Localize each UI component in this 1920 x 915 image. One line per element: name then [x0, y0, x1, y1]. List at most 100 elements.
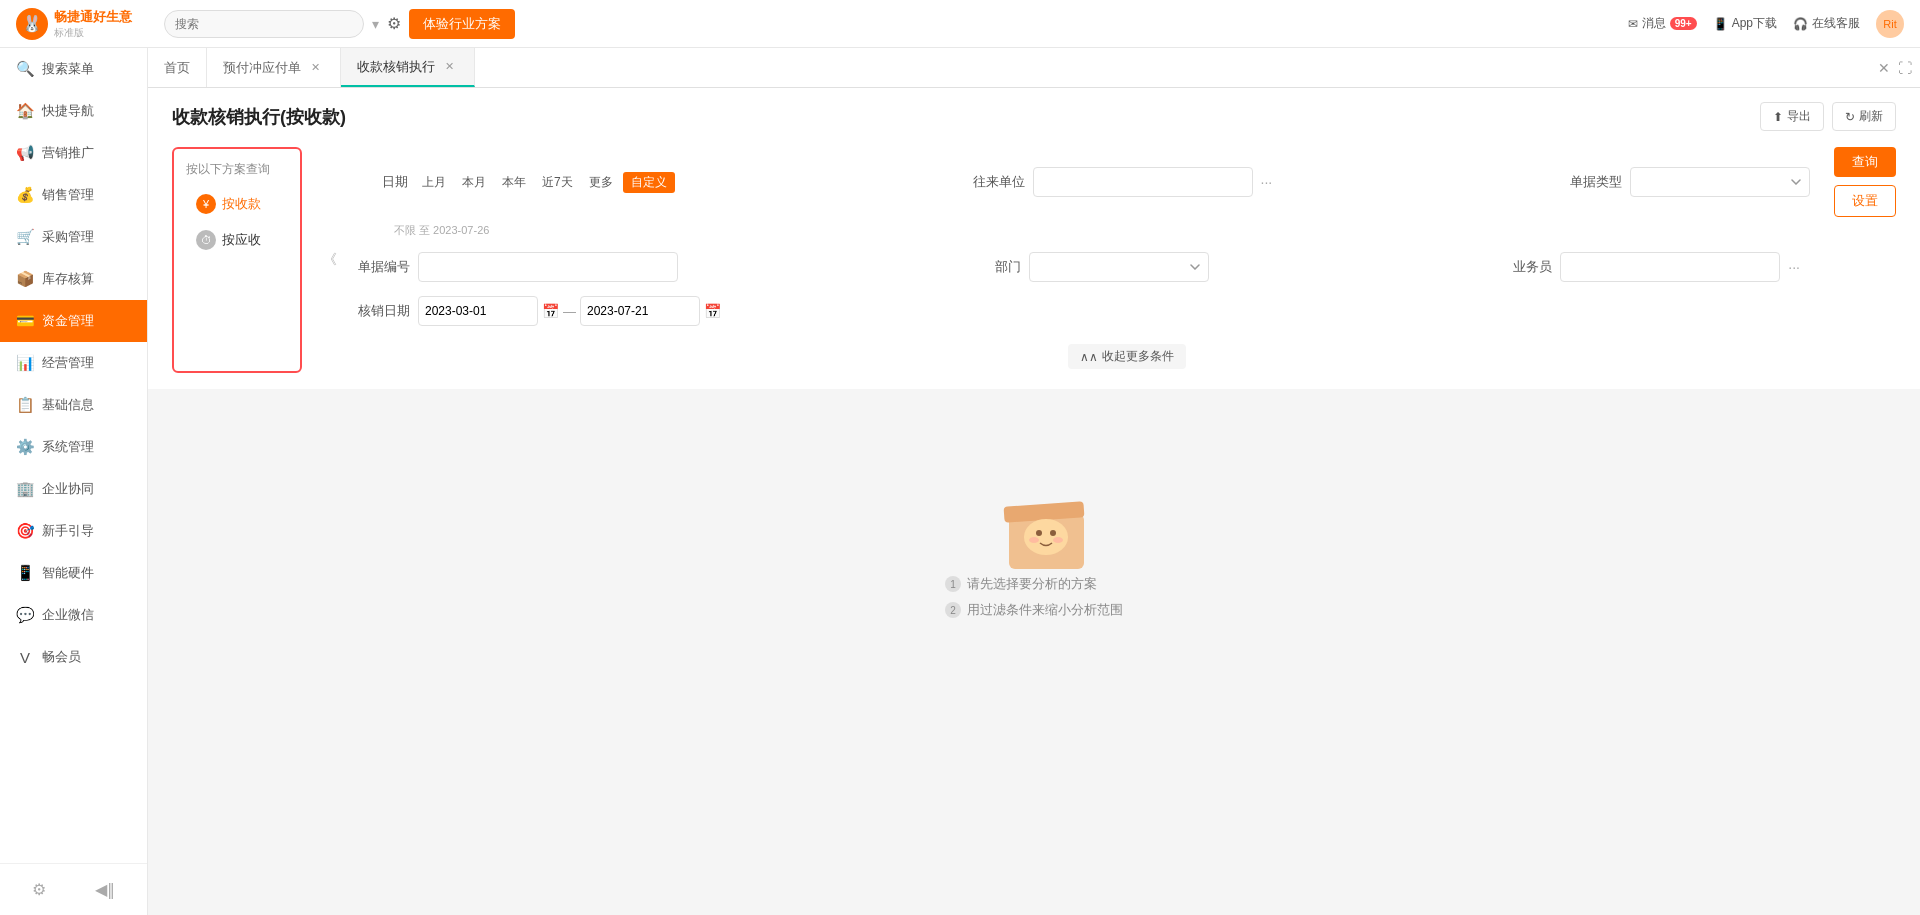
date-field: 日期 上月 本月 本年 近7天 更多 自定义	[358, 172, 675, 193]
tab-bar-actions: ✕ ⛶	[1870, 48, 1920, 87]
partner-more-btn[interactable]: ···	[1261, 174, 1273, 190]
sidebar-item-system[interactable]: ⚙️ 系统管理	[0, 426, 147, 468]
sidebar-item-smart-hw[interactable]: 📱 智能硬件	[0, 552, 147, 594]
sidebar-bottom: ⚙ ◀‖	[0, 863, 147, 915]
gear-button[interactable]: ⚙	[387, 14, 401, 33]
refresh-button[interactable]: ↻ 刷新	[1832, 102, 1896, 131]
staff-label: 业务员	[1502, 258, 1552, 276]
settings-icon[interactable]: ⚙	[32, 880, 46, 899]
partner-input[interactable]	[1033, 167, 1253, 197]
finance-icon: 💳	[16, 312, 34, 330]
tab-close-prepay[interactable]: ✕	[307, 59, 324, 76]
beginner-icon: 🎯	[16, 522, 34, 540]
filter-option-by-receipt[interactable]: ¥ 按收款	[186, 188, 288, 220]
cancel-date-label: 核销日期	[358, 302, 410, 320]
svg-point-3	[1036, 530, 1042, 536]
collapse-sidebar-icon[interactable]: ◀‖	[95, 880, 115, 899]
shortcut-last-month[interactable]: 上月	[416, 172, 452, 193]
cal-from-icon[interactable]: 📅	[542, 303, 559, 319]
date-shortcuts: 上月 本月 本年 近7天 更多 自定义	[416, 172, 675, 193]
chevron-down-icon[interactable]: ▾	[372, 16, 379, 32]
partner-label: 往来单位	[973, 173, 1025, 191]
sales-icon: 💰	[16, 186, 34, 204]
cancel-date-from-input[interactable]	[418, 296, 538, 326]
doc-no-input[interactable]	[418, 252, 678, 282]
page-header: 收款核销执行(按收款) ⬆ 导出 ↻ 刷新	[148, 88, 1920, 131]
doc-type-label: 单据类型	[1570, 173, 1622, 191]
tab-bar: 首页 预付冲应付单 ✕ 收款核销执行 ✕ ✕ ⛶	[148, 48, 1920, 88]
message-btn[interactable]: ✉ 消息 99+	[1628, 15, 1697, 32]
cancel-date-field: 核销日期 📅 — 📅	[358, 296, 721, 326]
sidebar-item-operations[interactable]: 📊 经营管理	[0, 342, 147, 384]
sidebar-item-marketing[interactable]: 📢 营销推广	[0, 132, 147, 174]
export-button[interactable]: ⬆ 导出	[1760, 102, 1824, 131]
sidebar-item-inventory[interactable]: 📦 库存核算	[0, 258, 147, 300]
chevron-up-icon: ∧∧	[1080, 350, 1098, 364]
tab-expand-btn[interactable]: ⛶	[1898, 60, 1912, 76]
filter-collapse-row: ∧∧ 收起更多条件	[358, 340, 1896, 373]
filter-row-1: 日期 上月 本月 本年 近7天 更多 自定义	[358, 147, 1896, 217]
cancel-date-to-input[interactable]	[580, 296, 700, 326]
sidebar-item-search[interactable]: 🔍 搜索菜单	[0, 48, 147, 90]
tab-close-btn[interactable]: ✕	[1878, 60, 1890, 76]
shortcut-this-year[interactable]: 本年	[496, 172, 532, 193]
panel-collapse-btn[interactable]: 《	[318, 230, 342, 290]
filter-row-2: 单据编号 部门	[358, 252, 1896, 282]
logo-icon: 🐰	[16, 8, 48, 40]
shortcut-custom[interactable]: 自定义	[623, 172, 675, 193]
dept-select[interactable]	[1029, 252, 1209, 282]
search-icon: 🔍	[16, 60, 34, 78]
online-service-btn[interactable]: 🎧 在线客服	[1793, 15, 1860, 32]
user-avatar[interactable]: Rit	[1876, 10, 1904, 38]
sidebar-item-beginner[interactable]: 🎯 新手引导	[0, 510, 147, 552]
sidebar-item-purchase[interactable]: 🛒 采购管理	[0, 216, 147, 258]
logo-area: 🐰 畅捷通好生意 标准版	[16, 8, 164, 40]
doc-no-field: 单据编号	[358, 252, 678, 282]
marketing-icon: 📢	[16, 144, 34, 162]
filter-option-by-receivable[interactable]: ⏱ 按应收	[186, 224, 288, 256]
collapse-more-btn[interactable]: ∧∧ 收起更多条件	[1068, 344, 1186, 369]
app-download-btn[interactable]: 📱 App下载	[1713, 15, 1777, 32]
date-label: 日期	[358, 173, 408, 191]
receivable-icon: ⏱	[196, 230, 216, 250]
sidebar-item-sales[interactable]: 💰 销售管理	[0, 174, 147, 216]
shortcut-more[interactable]: 更多	[583, 172, 619, 193]
shortcut-this-month[interactable]: 本月	[456, 172, 492, 193]
system-icon: ⚙️	[16, 438, 34, 456]
tab-receipt-cancel[interactable]: 收款核销执行 ✕	[341, 48, 475, 87]
export-icon: ⬆	[1773, 110, 1783, 124]
message-icon: ✉	[1628, 17, 1638, 31]
home-icon: 🏠	[16, 102, 34, 120]
settings-button[interactable]: 设置	[1834, 185, 1896, 217]
enterprise-wx-icon: 💬	[16, 606, 34, 624]
staff-more-btn[interactable]: ···	[1788, 259, 1800, 275]
industry-btn[interactable]: 体验行业方案	[409, 9, 515, 39]
sidebar-item-quick-nav[interactable]: 🏠 快捷导航	[0, 90, 147, 132]
query-button[interactable]: 查询	[1834, 147, 1896, 177]
dept-field: 部门	[971, 252, 1209, 282]
tab-close-receipt[interactable]: ✕	[441, 58, 458, 75]
tab-home[interactable]: 首页	[148, 48, 207, 87]
basic-info-icon: 📋	[16, 396, 34, 414]
date-sublabel: 不限 至 2023-07-26	[394, 223, 1896, 238]
sidebar-item-finance[interactable]: 💳 资金管理	[0, 300, 147, 342]
sidebar-item-enterprise-wx[interactable]: 💬 企业微信	[0, 594, 147, 636]
empty-state: 1 请先选择要分析的方案 2 用过滤条件来缩小分析范围	[148, 389, 1920, 699]
doc-type-select[interactable]	[1630, 167, 1810, 197]
sidebar: 🔍 搜索菜单 🏠 快捷导航 📢 营销推广 💰 销售管理 🛒 采购管理 📦 库存核…	[0, 48, 148, 915]
cancel-date-range: 📅 — 📅	[418, 296, 721, 326]
headset-icon: 🎧	[1793, 17, 1808, 31]
search-area: ▾ ⚙ 体验行业方案	[164, 9, 1628, 39]
purchase-icon: 🛒	[16, 228, 34, 246]
doc-no-label: 单据编号	[358, 258, 410, 276]
search-input[interactable]	[164, 10, 364, 38]
operations-icon: 📊	[16, 354, 34, 372]
cal-to-icon[interactable]: 📅	[704, 303, 721, 319]
tab-prepay-order[interactable]: 预付冲应付单 ✕	[207, 48, 341, 87]
shortcut-last-7days[interactable]: 近7天	[536, 172, 579, 193]
svg-point-5	[1029, 537, 1039, 543]
sidebar-item-basic-info[interactable]: 📋 基础信息	[0, 384, 147, 426]
sidebar-item-member[interactable]: V 畅会员	[0, 636, 147, 678]
sidebar-item-enterprise-collab[interactable]: 🏢 企业协同	[0, 468, 147, 510]
staff-input[interactable]	[1560, 252, 1780, 282]
